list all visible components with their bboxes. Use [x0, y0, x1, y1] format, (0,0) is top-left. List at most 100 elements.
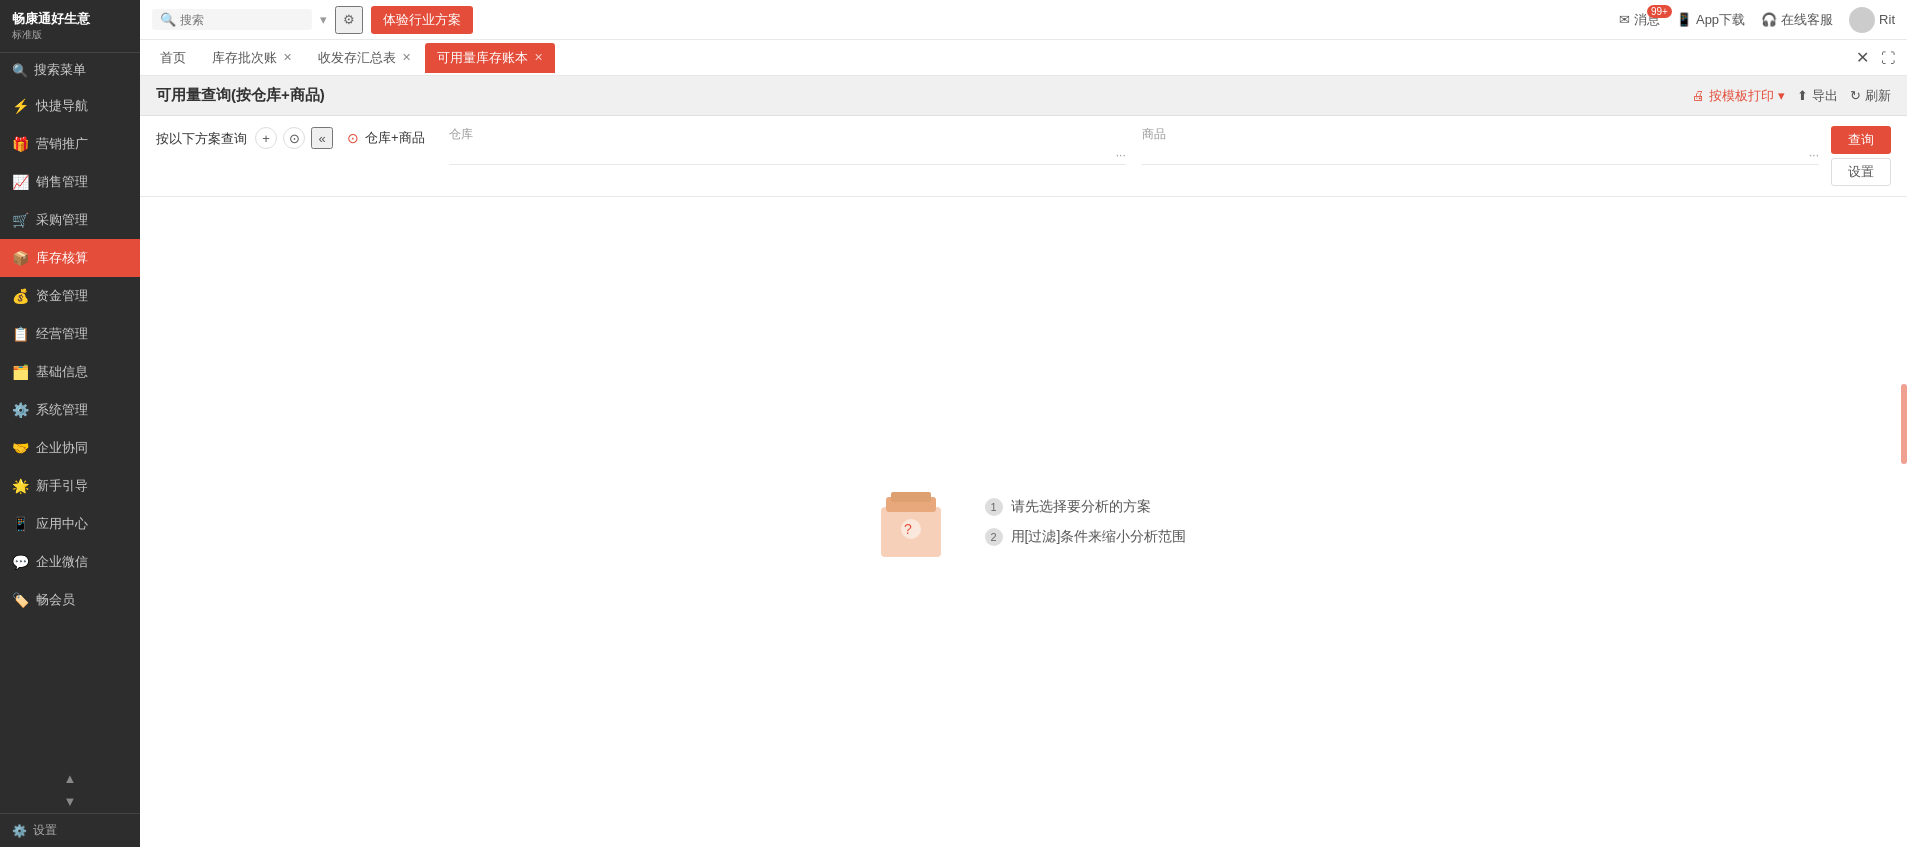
sidebar-item-inventory[interactable]: 📦 库存核算 — [0, 239, 140, 277]
page-header: 可用量查询(按仓库+商品) 🖨 按模板打印 ▾ ⬆ 导出 ↻ 刷新 — [140, 76, 1907, 116]
sidebar-item-sales[interactable]: 📈 销售管理 — [0, 163, 140, 201]
sidebar-search-item[interactable]: 🔍 搜索菜单 — [0, 53, 140, 87]
logo-sub: 标准版 — [12, 28, 128, 42]
sidebar-search-label: 搜索菜单 — [34, 61, 86, 79]
sidebar-item-label: 营销推广 — [36, 135, 88, 153]
btn-template-print[interactable]: 🖨 按模板打印 ▾ — [1692, 87, 1785, 105]
goods-more-btn[interactable]: ··· — [1809, 148, 1819, 162]
tab-receipt-summary-close[interactable]: ✕ — [402, 51, 411, 64]
btn-settings[interactable]: 设置 — [1831, 158, 1891, 186]
sidebar-item-system[interactable]: ⚙️ 系统管理 — [0, 391, 140, 429]
sidebar-item-label: 快捷导航 — [36, 97, 88, 115]
sidebar-item-label: 销售管理 — [36, 173, 88, 191]
user-name: Rit — [1879, 12, 1895, 27]
tab-receipt-summary-label: 收发存汇总表 — [318, 49, 396, 67]
tab-available-ledger-close[interactable]: ✕ — [534, 51, 543, 64]
sidebar-item-label: 资金管理 — [36, 287, 88, 305]
sidebar-item-appcenter[interactable]: 📱 应用中心 — [0, 505, 140, 543]
sidebar-item-label: 企业协同 — [36, 439, 88, 457]
sidebar-item-label: 企业微信 — [36, 553, 88, 571]
search-icon: 🔍 — [12, 63, 28, 78]
msg-badge: 99+ — [1647, 5, 1672, 18]
sidebar-item-label: 经营管理 — [36, 325, 88, 343]
sidebar-item-wechat[interactable]: 💬 企业微信 — [0, 543, 140, 581]
filter-label: 按以下方案查询 — [156, 126, 247, 148]
wechat-icon: 💬 — [12, 554, 28, 570]
tab-maximize[interactable]: ⛶ — [1877, 50, 1899, 66]
sidebar-item-finance[interactable]: 💰 资金管理 — [0, 277, 140, 315]
topbar-dropdown-icon[interactable]: ▾ — [320, 12, 327, 27]
marketing-icon: 🎁 — [12, 136, 28, 152]
content-area: 可用量查询(按仓库+商品) 🖨 按模板打印 ▾ ⬆ 导出 ↻ 刷新 按以下方案 — [140, 76, 1907, 847]
goods-input[interactable] — [1142, 147, 1805, 162]
sidebar-bottom-settings[interactable]: ⚙️ 设置 — [0, 813, 140, 847]
service-icon: 🎧 — [1761, 12, 1777, 27]
sidebar: 畅康通好生意 标准版 🔍 搜索菜单 ⚡ 快捷导航 🎁 营销推广 📈 销售管理 🛒… — [0, 0, 140, 847]
btn-collapse[interactable]: « — [311, 127, 333, 149]
empty-tip-1: 1 请先选择要分析的方案 — [985, 498, 1187, 516]
tab-batch-account[interactable]: 库存批次账 ✕ — [200, 43, 304, 73]
tip-num-1: 1 — [985, 498, 1003, 516]
sidebar-item-enterprise[interactable]: 🤝 企业协同 — [0, 429, 140, 467]
app-icon: 📱 — [1676, 12, 1692, 27]
sidebar-logo: 畅康通好生意 标准版 — [0, 0, 140, 53]
topbar-search-box[interactable]: 🔍 — [152, 9, 312, 30]
main-area: 🔍 ▾ ⚙ 体验行业方案 ✉ 消息 99+ 📱 App下载 🎧 在线客服 Rit — [140, 0, 1907, 847]
tab-batch-account-close[interactable]: ✕ — [283, 51, 292, 64]
template-print-dropdown[interactable]: ▾ — [1778, 88, 1785, 103]
tab-available-ledger-label: 可用量库存账本 — [437, 49, 528, 67]
tip-text-1: 请先选择要分析的方案 — [1011, 498, 1151, 516]
purchase-icon: 🛒 — [12, 212, 28, 228]
tab-available-ledger[interactable]: 可用量库存账本 ✕ — [425, 43, 555, 73]
settings-icon: ⚙️ — [12, 824, 27, 838]
empty-tip-2: 2 用[过滤]条件来缩小分析范围 — [985, 528, 1187, 546]
industry-btn[interactable]: 体验行业方案 — [371, 6, 473, 34]
tabbar-actions: ✕ ⛶ — [1852, 48, 1899, 67]
app-label: App下载 — [1696, 11, 1745, 29]
tab-batch-account-label: 库存批次账 — [212, 49, 277, 67]
sidebar-item-marketing[interactable]: 🎁 营销推广 — [0, 125, 140, 163]
goods-input-container: ··· — [1142, 145, 1819, 165]
quick-nav-icon: ⚡ — [12, 98, 28, 114]
scheme-item-warehouse-goods[interactable]: ⊙ 仓库+商品 — [339, 126, 433, 150]
warehouse-input[interactable] — [449, 147, 1112, 162]
topbar-msg[interactable]: ✉ 消息 99+ — [1619, 11, 1660, 29]
btn-add-scheme[interactable]: + — [255, 127, 277, 149]
sidebar-item-operation[interactable]: 📋 经营管理 — [0, 315, 140, 353]
appcenter-icon: 📱 — [12, 516, 28, 532]
topbar-user[interactable]: Rit — [1849, 7, 1895, 33]
tip-text-2: 用[过滤]条件来缩小分析范围 — [1011, 528, 1187, 546]
tab-home[interactable]: 首页 — [148, 43, 198, 73]
topbar-gear-button[interactable]: ⚙ — [335, 6, 363, 34]
filter-field-warehouse: 仓库 ··· — [449, 126, 1126, 165]
btn-refresh[interactable]: ↻ 刷新 — [1850, 87, 1891, 105]
refresh-icon: ↻ — [1850, 88, 1861, 103]
sidebar-scroll-up[interactable]: ▲ — [0, 767, 140, 790]
goods-field-label: 商品 — [1142, 126, 1819, 143]
msg-icon: ✉ — [1619, 12, 1630, 27]
topbar-app[interactable]: 📱 App下载 — [1676, 11, 1745, 29]
warehouse-more-btn[interactable]: ··· — [1116, 148, 1126, 162]
tab-close-all[interactable]: ✕ — [1852, 48, 1873, 67]
sidebar-item-purchase[interactable]: 🛒 采购管理 — [0, 201, 140, 239]
action-buttons: 查询 设置 — [1831, 126, 1891, 186]
sidebar-item-quick-nav[interactable]: ⚡ 快捷导航 — [0, 87, 140, 125]
sidebar-item-member[interactable]: 🏷️ 畅会员 — [0, 581, 140, 619]
page-header-actions: 🖨 按模板打印 ▾ ⬆ 导出 ↻ 刷新 — [1692, 87, 1891, 105]
topbar: 🔍 ▾ ⚙ 体验行业方案 ✉ 消息 99+ 📱 App下载 🎧 在线客服 Rit — [140, 0, 1907, 40]
topbar-service[interactable]: 🎧 在线客服 — [1761, 11, 1833, 29]
sidebar-scroll-down[interactable]: ▼ — [0, 790, 140, 813]
btn-manage-scheme[interactable]: ⊙ — [283, 127, 305, 149]
btn-query[interactable]: 查询 — [1831, 126, 1891, 154]
right-scrollbar-hint — [1901, 384, 1907, 464]
sidebar-item-label: 采购管理 — [36, 211, 88, 229]
topbar-search-input[interactable] — [180, 13, 300, 27]
sidebar-item-newuser[interactable]: 🌟 新手引导 — [0, 467, 140, 505]
tab-receipt-summary[interactable]: 收发存汇总表 ✕ — [306, 43, 423, 73]
sidebar-item-label: 库存核算 — [36, 249, 88, 267]
sidebar-item-basic[interactable]: 🗂️ 基础信息 — [0, 353, 140, 391]
btn-export[interactable]: ⬆ 导出 — [1797, 87, 1838, 105]
sales-icon: 📈 — [12, 174, 28, 190]
basic-icon: 🗂️ — [12, 364, 28, 380]
sidebar-item-label: 畅会员 — [36, 591, 75, 609]
